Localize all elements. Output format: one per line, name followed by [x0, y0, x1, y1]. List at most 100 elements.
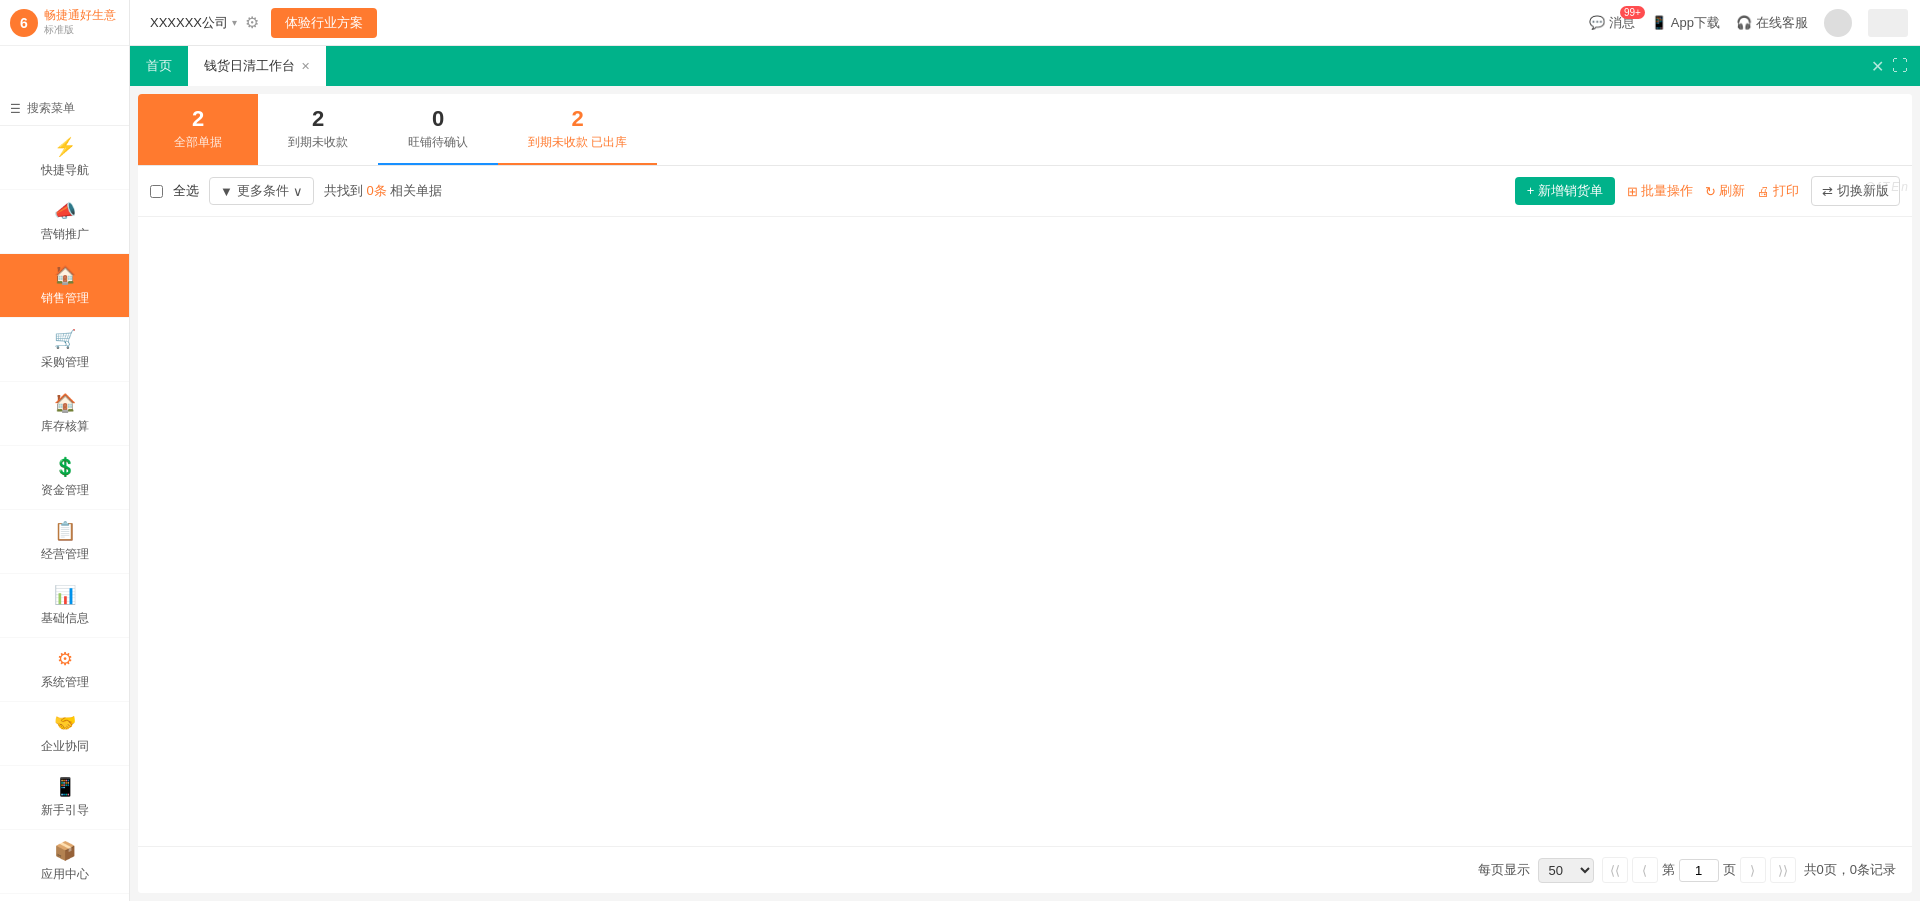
refresh-btn[interactable]: ↻ 刷新 — [1705, 182, 1745, 200]
stat-tab-3[interactable]: 2 到期未收款 已出库 — [498, 94, 657, 165]
logo-title: 畅捷通好生意 — [44, 8, 116, 22]
sidebar-item-label: 库存核算 — [41, 418, 89, 435]
settings-icon[interactable]: ⚙ — [245, 13, 259, 32]
basic-info-icon: 📊 — [54, 584, 76, 606]
online-service-icon: 🎧 — [1736, 15, 1752, 30]
sidebar-item-label: 应用中心 — [41, 866, 89, 883]
stat-tab-2[interactable]: 0 旺铺待确认 — [378, 94, 498, 165]
select-all-label: 全选 — [173, 182, 199, 200]
sidebar-header: 6 畅捷通好生意 标准版 — [0, 0, 129, 46]
batch-icon: ⊞ — [1627, 184, 1638, 199]
sidebar: 6 畅捷通好生意 标准版 ☰ 搜索菜单 ⚡ 快捷导航 📣 营销推广 🏠 销售管理 🛒 采购管理… — [0, 0, 130, 901]
company-selector[interactable]: XXXXXX公司 ▾ — [150, 14, 237, 32]
tab-close-icon[interactable]: ✕ — [301, 60, 310, 73]
page-last-btn[interactable]: ⟩⟩ — [1770, 857, 1796, 883]
tab-minimize-icon[interactable]: ✕ — [1871, 57, 1884, 76]
sidebar-search[interactable]: ☰ 搜索菜单 — [0, 92, 129, 126]
stat-tab-1[interactable]: 2到期未收款 — [258, 94, 378, 165]
sidebar-item-app-center[interactable]: 📦 应用中心 — [0, 830, 129, 894]
refresh-icon: ↻ — [1705, 184, 1716, 199]
stat-label-2: 旺铺待确认 — [408, 134, 468, 151]
message-badge: 99+ — [1620, 6, 1645, 19]
tab-maximize-icon[interactable]: ⛶ — [1892, 57, 1908, 75]
page-number-input[interactable] — [1679, 859, 1719, 882]
inventory-icon: 🏠 — [54, 392, 76, 414]
total-label: 共0页，0条记录 — [1804, 861, 1896, 879]
tab-bar: 首页 钱货日清工作台 ✕ ✕ ⛶ — [130, 46, 1920, 86]
add-sales-order-btn[interactable]: + 新增销货单 — [1515, 177, 1615, 205]
message-icon: 💬 — [1589, 15, 1605, 30]
sidebar-item-label: 销售管理 — [41, 290, 89, 307]
app-download-btn[interactable]: 📱 App下载 — [1651, 14, 1720, 32]
tab-work-bench[interactable]: 钱货日清工作台 ✕ — [188, 46, 326, 86]
sales-mgmt-icon: 🏠 — [54, 264, 76, 286]
per-page-label: 每页显示 — [1478, 861, 1530, 879]
toolbar-right: + 新增销货单 ⊞ 批量操作 ↻ 刷新 🖨 打印 ⇄ 切换新版 — [1515, 176, 1900, 206]
sidebar-item-guide[interactable]: 📱 新手引导 — [0, 766, 129, 830]
page-first-btn[interactable]: ⟨⟨ — [1602, 857, 1628, 883]
sidebar-item-marketing[interactable]: 📣 营销推广 — [0, 190, 129, 254]
filter-btn[interactable]: ▼ 更多条件 ∨ — [209, 177, 314, 205]
app-center-icon: 📦 — [54, 840, 76, 862]
toolbar: 全选 ▼ 更多条件 ∨ 共找到 0条 相关单据 + 新增销货单 ⊞ 批量操作 — [138, 166, 1912, 217]
sidebar-item-label: 快捷导航 — [41, 162, 89, 179]
sidebar-item-quick-nav[interactable]: ⚡ 快捷导航 — [0, 126, 129, 190]
sidebar-item-purchase-mgmt[interactable]: 🛒 采购管理 — [0, 318, 129, 382]
experience-btn[interactable]: 体验行业方案 — [271, 8, 377, 38]
stat-num-3: 2 — [572, 106, 584, 132]
message-btn[interactable]: 💬 消息 99+ — [1589, 14, 1635, 32]
toolbar-left: 全选 ▼ 更多条件 ∨ 共找到 0条 相关单据 — [150, 177, 452, 205]
found-text: 共找到 0条 相关单据 — [324, 182, 442, 200]
online-service-btn[interactable]: 🎧 在线客服 — [1736, 14, 1808, 32]
stat-num-2: 0 — [432, 106, 444, 132]
sidebar-item-label: 采购管理 — [41, 354, 89, 371]
switch-icon: ⇄ — [1822, 184, 1833, 199]
collab-icon: 🤝 — [54, 712, 76, 734]
purchase-mgmt-icon: 🛒 — [54, 328, 76, 350]
sidebar-item-sales-mgmt[interactable]: 🏠 销售管理 — [0, 254, 129, 318]
sidebar-item-finance[interactable]: 💲资金管理 — [0, 446, 129, 510]
sidebar-item-label: 营销推广 — [41, 226, 89, 243]
avatar[interactable] — [1824, 9, 1852, 37]
page-nav: ⟨⟨ ⟨ 第 页 ⟩ ⟩⟩ — [1602, 857, 1796, 883]
sidebar-item-operations[interactable]: 📋 经营管理 — [0, 510, 129, 574]
logo-icon: 6 — [10, 9, 38, 37]
content-area: 2 全部单据 2到期未收款 0 旺铺待确认 2 到期未收款 已出库 全选 ▼ 更多条件 ∨ … — [138, 94, 1912, 893]
batch-operation-btn[interactable]: ⊞ 批量操作 — [1627, 182, 1693, 200]
sidebar-items-container: ⚡ 快捷导航 📣 营销推广 🏠 销售管理 🛒 采购管理 🏠 库存核算 💲资金管理 📋 经营管理 📊基础信息… — [0, 126, 129, 901]
logo-text-area: 畅捷通好生意 标准版 — [44, 8, 116, 36]
stats-tabs: 2 全部单据 2到期未收款 0 旺铺待确认 2 到期未收款 已出库 — [138, 94, 1912, 166]
marketing-icon: 📣 — [54, 200, 76, 222]
page-label: 第 — [1662, 861, 1675, 879]
select-all-checkbox[interactable] — [150, 185, 163, 198]
per-page-select[interactable]: 50 100 200 — [1538, 858, 1594, 883]
sidebar-menu: ☰ 搜索菜单 ⚡ 快捷导航 📣 营销推广 🏠 销售管理 🛒 采购管理 🏠 库存核算 💲资金管理 📋 经营… — [0, 92, 129, 901]
print-btn[interactable]: 🖨 打印 — [1757, 182, 1799, 200]
sidebar-item-label: 经营管理 — [41, 546, 89, 563]
filter-chevron-icon: ∨ — [293, 184, 303, 199]
sidebar-item-basic-info[interactable]: 📊基础信息 — [0, 574, 129, 638]
sidebar-item-corp-wx[interactable]: 💬企业微信 — [0, 894, 129, 901]
sidebar-item-inventory[interactable]: 🏠 库存核算 — [0, 382, 129, 446]
sidebar-item-sys-mgmt[interactable]: ⚙系统管理 — [0, 638, 129, 702]
page-prev-btn[interactable]: ⟨ — [1632, 857, 1658, 883]
print-label: 打印 — [1773, 182, 1799, 200]
sidebar-item-label: 新手引导 — [41, 802, 89, 819]
tab-bar-right: ✕ ⛶ — [1871, 57, 1920, 76]
guide-icon: 📱 — [54, 776, 76, 798]
stat-label-3: 到期未收款 已出库 — [528, 134, 627, 151]
operations-icon: 📋 — [54, 520, 76, 542]
pagination-bar: 每页显示 50 100 200 ⟨⟨ ⟨ 第 页 ⟩ ⟩⟩ 共0页，0条记录 — [138, 846, 1912, 893]
page-next-btn[interactable]: ⟩ — [1740, 857, 1766, 883]
quick-nav-icon: ⚡ — [54, 136, 76, 158]
app-download-icon: 📱 — [1651, 15, 1667, 30]
sidebar-item-collab[interactable]: 🤝企业协同 — [0, 702, 129, 766]
tab-home[interactable]: 首页 — [130, 46, 188, 86]
main-content: 2 全部单据 2到期未收款 0 旺铺待确认 2 到期未收款 已出库 全选 ▼ 更多条件 ∨ … — [130, 86, 1920, 901]
sidebar-item-label: 系统管理 — [41, 674, 89, 691]
stat-tab-0[interactable]: 2 全部单据 — [138, 94, 258, 165]
stat-label-0: 全部单据 — [174, 134, 222, 151]
company-name: XXXXXX公司 — [150, 14, 228, 32]
batch-label: 批量操作 — [1641, 182, 1693, 200]
stat-num-0: 2 — [192, 106, 204, 132]
